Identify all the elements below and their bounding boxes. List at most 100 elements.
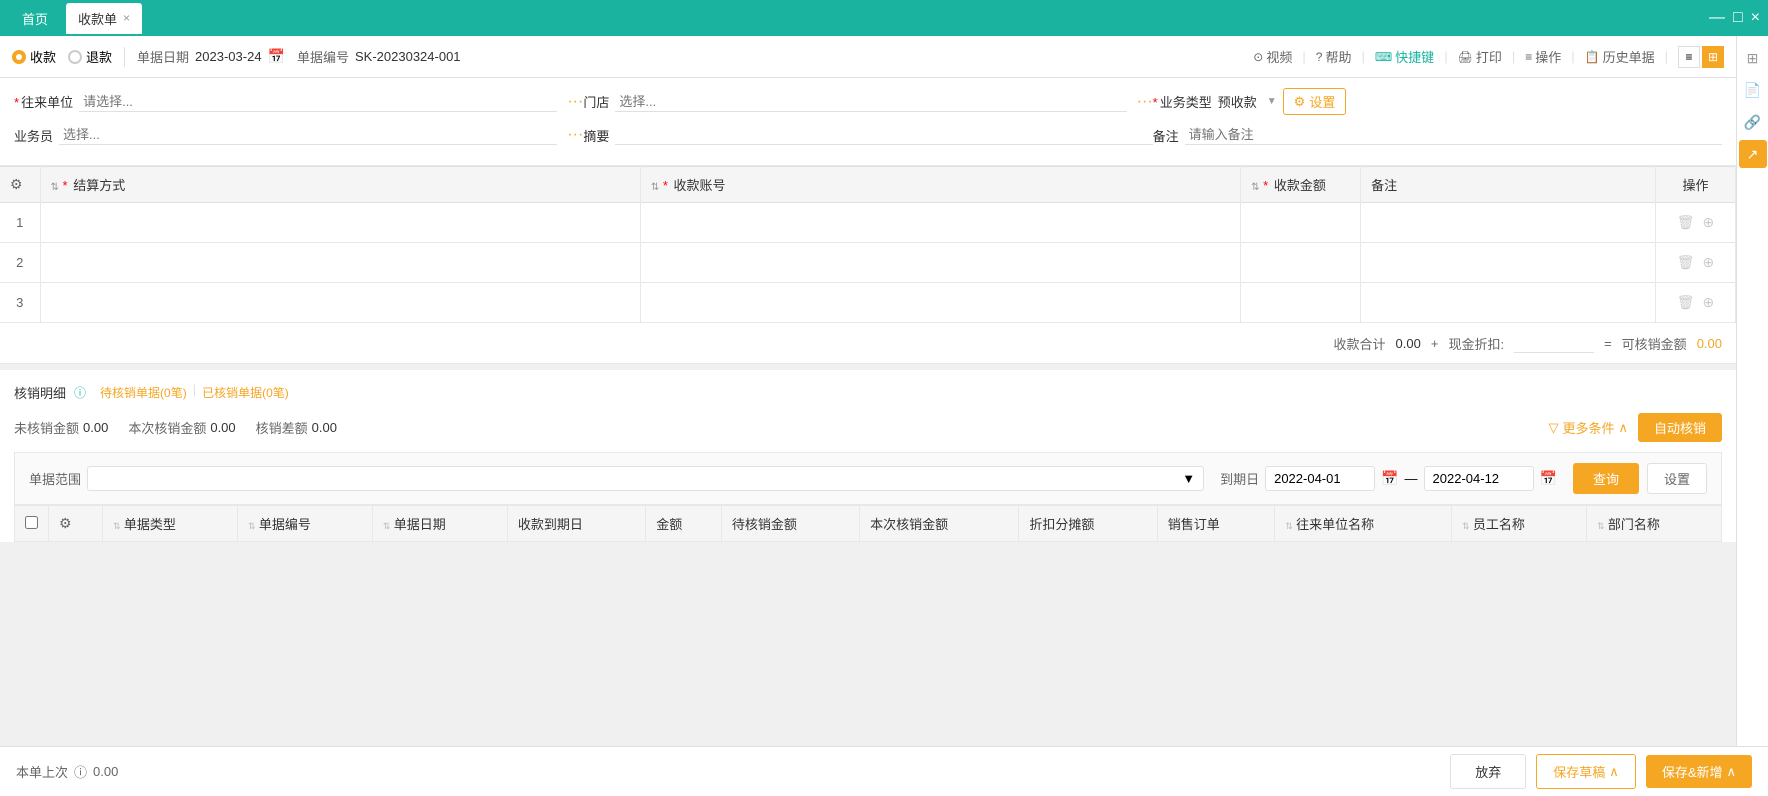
video-btn[interactable]: ⊙ 视频 bbox=[1253, 47, 1292, 66]
row-3-copy-icon[interactable]: ⊕ bbox=[1703, 294, 1715, 311]
shortcut-btn[interactable]: ⌨ 快捷键 bbox=[1375, 47, 1434, 66]
table-row: 3 🗑 ⊕ bbox=[0, 283, 1736, 323]
tab-bar-right: — □ × bbox=[1709, 9, 1760, 27]
row-2-note[interactable] bbox=[1361, 243, 1656, 283]
store-input[interactable] bbox=[615, 92, 1126, 112]
receipt-radio[interactable]: 收款 bbox=[12, 47, 56, 66]
bottom-settings-btn[interactable]: 设置 bbox=[1647, 463, 1707, 494]
tab-bar-left: 首页 收款单 × bbox=[8, 3, 142, 34]
sidebar-doc-icon[interactable]: 📄 bbox=[1739, 76, 1767, 104]
range-label: 单据范围 bbox=[29, 469, 81, 488]
done-tab[interactable]: 已核销单据(0笔) bbox=[196, 382, 295, 403]
row-3-settlement[interactable] bbox=[40, 283, 640, 323]
save-draft-btn[interactable]: 保存草稿 ∧ bbox=[1536, 754, 1636, 789]
row-3-account[interactable] bbox=[640, 283, 1240, 323]
tab-receipt[interactable]: 收款单 × bbox=[66, 3, 142, 34]
sidebar-table-icon[interactable]: ⊞ bbox=[1739, 44, 1767, 72]
save-new-btn[interactable]: 保存&新增 ∧ bbox=[1646, 755, 1752, 788]
col-date: ⇅ 单据日期 bbox=[372, 506, 507, 542]
bottom-left-info-icon[interactable]: ⓘ bbox=[74, 762, 87, 781]
select-all-checkbox[interactable] bbox=[25, 516, 38, 529]
range-select[interactable]: ▼ bbox=[87, 466, 1204, 491]
calendar-from-icon[interactable]: 📅 bbox=[1381, 470, 1398, 487]
refund-radio-empty bbox=[68, 50, 82, 64]
receipt-radio-dot bbox=[12, 50, 26, 64]
sidebar-expand-icon[interactable]: ↗ bbox=[1739, 140, 1767, 168]
business-type-chevron[interactable]: ▼ bbox=[1267, 96, 1277, 107]
minimize-icon[interactable]: — bbox=[1709, 9, 1725, 27]
row-2-settlement[interactable] bbox=[40, 243, 640, 283]
print-btn[interactable]: 🖨 打印 bbox=[1458, 47, 1502, 66]
tab-close-icon[interactable]: × bbox=[123, 11, 130, 25]
summary-input[interactable] bbox=[615, 125, 1152, 145]
unclosed-stat: 未核销金额 0.00 bbox=[14, 418, 108, 437]
summary-label: 摘要 bbox=[583, 126, 609, 145]
refund-radio-label: 退款 bbox=[86, 47, 112, 66]
row-2-ops: 🗑 ⊕ bbox=[1656, 243, 1736, 283]
store-label: 门店 bbox=[583, 92, 609, 111]
row-2-copy-icon[interactable]: ⊕ bbox=[1703, 254, 1715, 271]
row-3-amount[interactable] bbox=[1241, 283, 1361, 323]
col-dept: ⇅ 部门名称 bbox=[1586, 506, 1721, 542]
row-1-ops: 🗑 ⊕ bbox=[1656, 203, 1736, 243]
auto-close-btn[interactable]: 自动核销 bbox=[1638, 413, 1722, 442]
form-area: *往来单位 ··· 门店 ··· *业务类型 预收款 ▼ ⚙ 设置 bbox=[0, 78, 1736, 166]
note-field: 备注 bbox=[1153, 125, 1722, 145]
from-unit-input[interactable] bbox=[79, 92, 557, 112]
tab-receipt-label: 收款单 bbox=[78, 9, 117, 28]
row-2-amount[interactable] bbox=[1241, 243, 1361, 283]
maximize-icon[interactable]: □ bbox=[1733, 9, 1743, 27]
staff-input[interactable] bbox=[59, 125, 557, 145]
footer-left: 本单上次 ⓘ 0.00 bbox=[16, 762, 118, 781]
calendar-to-icon[interactable]: 📅 bbox=[1540, 470, 1557, 487]
toolbar-right: ⊙ 视频 | ? 帮助 | ⌨ 快捷键 | 🖨 打印 | ≡ 操作 | 📋 历史… bbox=[1253, 46, 1724, 68]
row-1-copy-icon[interactable]: ⊕ bbox=[1703, 214, 1715, 231]
pending-tab[interactable]: 待核销单据(0笔) bbox=[94, 382, 193, 403]
search-row: 单据范围 ▼ 到期日 📅 — 📅 查询 设置 bbox=[14, 452, 1722, 505]
row-2-delete-icon[interactable]: 🗑 bbox=[1677, 254, 1695, 271]
note-input[interactable] bbox=[1185, 125, 1722, 145]
save-new-chevron[interactable]: ∧ bbox=[1726, 764, 1736, 780]
section-info-icon[interactable]: ⓘ bbox=[74, 384, 86, 401]
more-filters-btn[interactable]: ▽ 更多条件 ∧ bbox=[1548, 418, 1628, 437]
save-draft-chevron[interactable]: ∧ bbox=[1609, 764, 1619, 780]
table-row: 2 🗑 ⊕ bbox=[0, 243, 1736, 283]
view-grid-icon[interactable]: ⊞ bbox=[1702, 46, 1724, 68]
view-list-icon[interactable]: ≡ bbox=[1678, 46, 1700, 68]
col-ops-header: 操作 bbox=[1656, 167, 1736, 203]
row-2-account[interactable] bbox=[640, 243, 1240, 283]
tab-bar: 首页 收款单 × — □ × bbox=[0, 0, 1768, 36]
row-1-amount[interactable] bbox=[1241, 203, 1361, 243]
date-calendar-icon[interactable]: 📅 bbox=[268, 48, 285, 65]
operations-btn[interactable]: ≡ 操作 bbox=[1525, 47, 1561, 66]
date-from-input[interactable] bbox=[1265, 466, 1375, 491]
date-to-input[interactable] bbox=[1424, 466, 1534, 491]
discount-input[interactable] bbox=[1514, 333, 1594, 353]
staff-more-btn[interactable]: ··· bbox=[567, 126, 583, 144]
window-close-icon[interactable]: × bbox=[1751, 9, 1760, 27]
row-1-delete-icon[interactable]: 🗑 bbox=[1677, 214, 1695, 231]
row-1-note[interactable] bbox=[1361, 203, 1656, 243]
col-type-gear: ⚙ bbox=[49, 506, 103, 542]
col-gear[interactable]: ⚙ bbox=[0, 167, 40, 203]
help-btn[interactable]: ? 帮助 bbox=[1316, 47, 1352, 66]
discount-label: 现金折扣: bbox=[1448, 334, 1504, 353]
row-num-1: 1 bbox=[0, 203, 40, 243]
settings-button[interactable]: ⚙ 设置 bbox=[1283, 88, 1347, 115]
col-sales-order: 销售订单 bbox=[1157, 506, 1274, 542]
tab-home[interactable]: 首页 bbox=[8, 3, 62, 34]
row-1-account[interactable] bbox=[640, 203, 1240, 243]
store-more-btn[interactable]: ··· bbox=[1137, 93, 1153, 111]
abandon-btn[interactable]: 放弃 bbox=[1450, 754, 1526, 789]
business-type-field: *业务类型 预收款 ▼ ⚙ 设置 bbox=[1153, 88, 1722, 115]
refund-radio[interactable]: 退款 bbox=[68, 47, 112, 66]
sidebar-link-icon[interactable]: 🔗 bbox=[1739, 108, 1767, 136]
query-btn[interactable]: 查询 bbox=[1573, 463, 1639, 494]
row-3-delete-icon[interactable]: 🗑 bbox=[1677, 294, 1695, 311]
history-btn[interactable]: 📋 历史单据 bbox=[1585, 47, 1655, 66]
from-unit-more-btn[interactable]: ··· bbox=[567, 93, 583, 111]
col-discount: 折扣分摊额 bbox=[1019, 506, 1157, 542]
row-1-settlement[interactable] bbox=[40, 203, 640, 243]
row-3-note[interactable] bbox=[1361, 283, 1656, 323]
toolbar: 收款 退款 单据日期 2023-03-24 📅 单据编号 SK-20230324… bbox=[0, 36, 1736, 78]
